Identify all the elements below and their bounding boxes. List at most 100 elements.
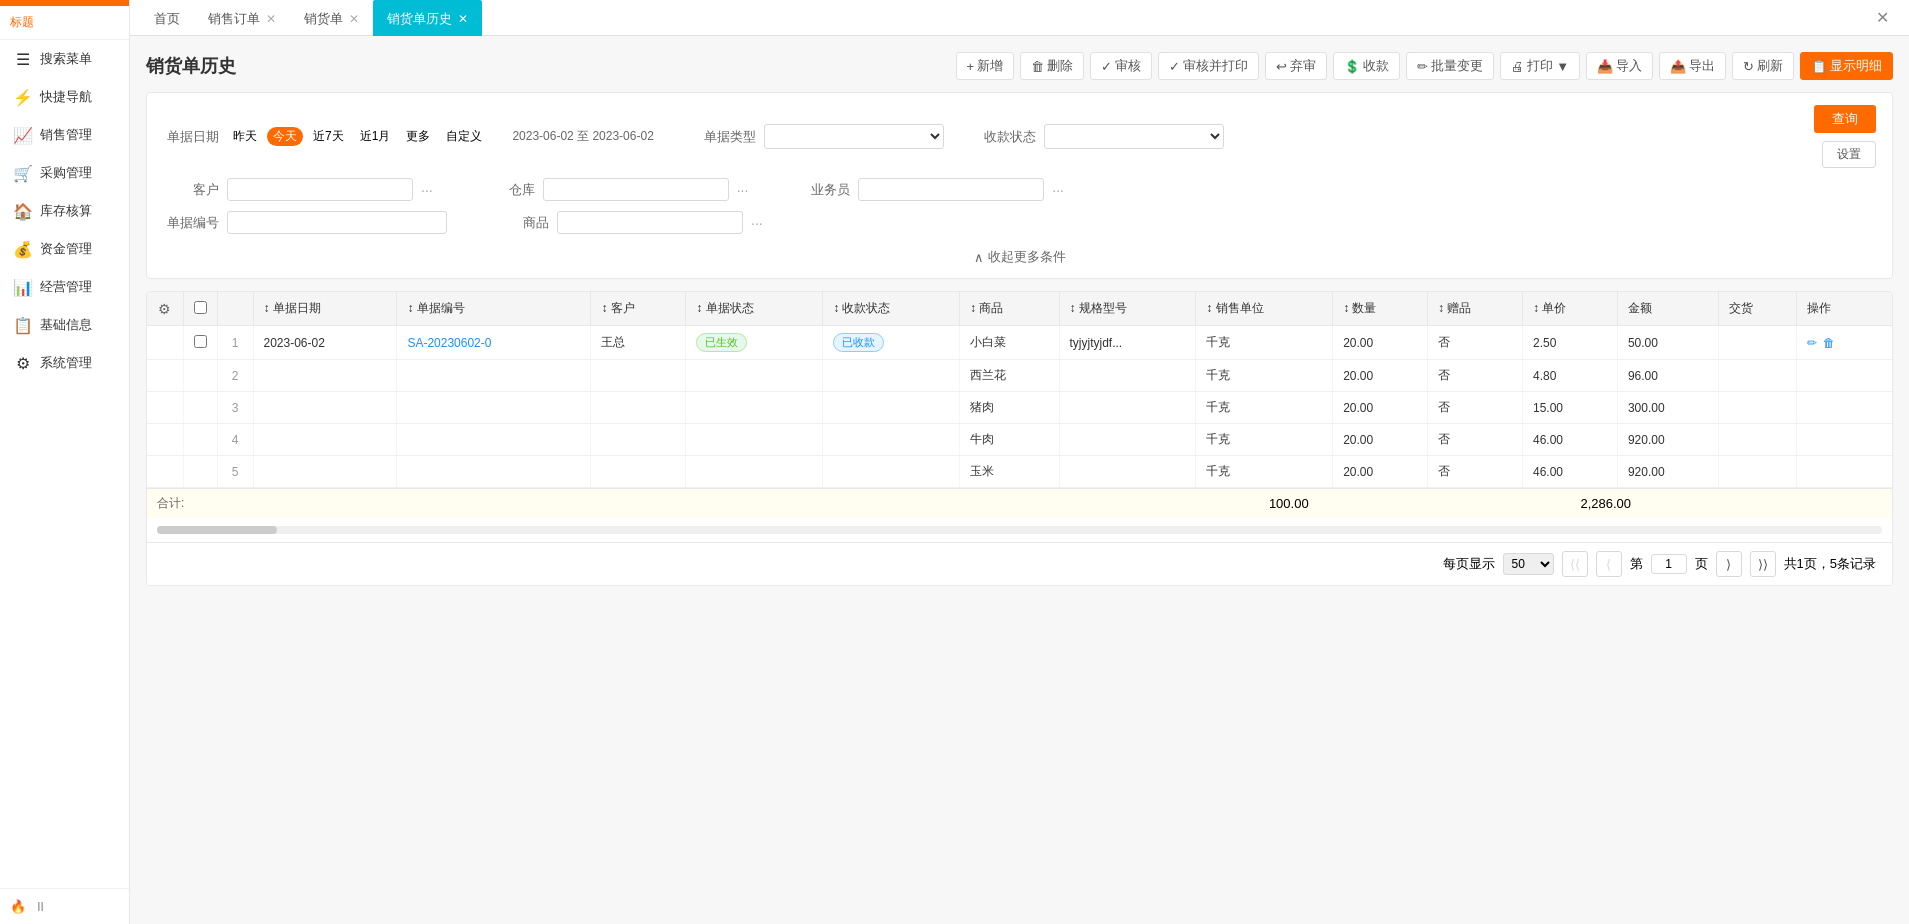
td-doc-status xyxy=(686,392,823,424)
tab-home[interactable]: 首页 xyxy=(140,0,194,36)
salesperson-more-icon[interactable]: ··· xyxy=(1052,182,1064,198)
td-price: 4.80 xyxy=(1522,360,1617,392)
toolbar-btn-audit-print[interactable]: ✓审核并打印 xyxy=(1158,52,1259,80)
td-check xyxy=(183,392,217,424)
select-all-checkbox[interactable] xyxy=(194,301,207,314)
th-spec: ↕ 规格型号 xyxy=(1059,292,1196,326)
sidebar-item-quick-nav[interactable]: ⚡快捷导航 xyxy=(0,78,129,116)
sidebar-item-operations[interactable]: 📊经营管理 xyxy=(0,268,129,306)
th-doc-date: ↕ 单据日期 xyxy=(253,292,397,326)
filter-customer: 客户 ··· xyxy=(163,178,433,201)
td-settings xyxy=(147,360,183,392)
toolbar-btn-batch-change[interactable]: ✏批量变更 xyxy=(1406,52,1494,80)
th-gift: ↕ 赠品 xyxy=(1428,292,1523,326)
action-删除-link[interactable]: 🗑 xyxy=(1823,336,1835,350)
prev-page-btn[interactable]: ⟨ xyxy=(1596,551,1622,577)
date-btn-7days[interactable]: 近7天 xyxy=(307,127,350,146)
td-product: 玉米 xyxy=(959,456,1059,488)
sidebar-item-inventory[interactable]: 🏠库存核算 xyxy=(0,192,129,230)
collect-status-badge: 已收款 xyxy=(833,333,884,352)
doc-num-link[interactable]: SA-20230602-0 xyxy=(407,336,491,350)
collapse-button[interactable]: ∧ 收起更多条件 xyxy=(974,248,1066,266)
toolbar-btn-audit[interactable]: ✓审核 xyxy=(1090,52,1152,80)
query-button[interactable]: 查询 xyxy=(1814,105,1876,133)
tab-sales-history[interactable]: 销货单历史✕ xyxy=(373,0,482,36)
total-records-label: 共1页，5条记录 xyxy=(1784,555,1876,573)
tab-close-sales-history[interactable]: ✕ xyxy=(458,12,468,26)
sidebar-item-basic-info[interactable]: 📋基础信息 xyxy=(0,306,129,344)
sidebar-logo: 标题 xyxy=(0,6,129,40)
toolbar-btn-delete[interactable]: 🗑删除 xyxy=(1020,52,1084,80)
filter-doc-num: 单据编号 xyxy=(163,211,447,234)
operations-icon: 📊 xyxy=(14,278,32,296)
warehouse-more-icon[interactable]: ··· xyxy=(737,182,749,198)
sidebar-item-finance[interactable]: 💰资金管理 xyxy=(0,230,129,268)
settings-icon[interactable]: ⚙ xyxy=(158,301,171,317)
sidebar-item-purchase-mgmt[interactable]: 🛒采购管理 xyxy=(0,154,129,192)
tab-close-sales-delivery[interactable]: ✕ xyxy=(349,12,359,26)
filter-salesperson: 业务员 ··· xyxy=(794,178,1064,201)
sidebar-label-basic-info: 基础信息 xyxy=(40,316,92,334)
toolbar-btn-collect[interactable]: 💲收款 xyxy=(1333,52,1400,80)
toolbar-btn-refresh[interactable]: ↻刷新 xyxy=(1732,52,1794,80)
page-size-select[interactable]: 50 100 200 xyxy=(1503,553,1554,575)
th-collect-status: ↕ 收款状态 xyxy=(823,292,960,326)
action-编辑-link[interactable]: ✏ xyxy=(1807,336,1817,350)
row-checkbox[interactable] xyxy=(194,335,207,348)
toolbar-btn-discard[interactable]: ↩弃审 xyxy=(1265,52,1327,80)
date-btn-more[interactable]: 更多 xyxy=(400,127,436,146)
date-btn-1month[interactable]: 近1月 xyxy=(354,127,397,146)
tab-sales-order[interactable]: 销售订单✕ xyxy=(194,0,290,36)
filter-row-2: 客户 ··· 仓库 ··· 业务员 ··· xyxy=(163,178,1876,201)
doc-type-select[interactable] xyxy=(764,124,944,149)
pagination: 每页显示 50 100 200 ⟨⟨ ⟨ 第 页 ⟩ ⟩⟩ 共1页，5条记录 xyxy=(147,542,1892,585)
tab-label-home: 首页 xyxy=(154,10,180,28)
horizontal-scrollbar[interactable] xyxy=(157,526,1882,534)
tab-close-sales-order[interactable]: ✕ xyxy=(266,12,276,26)
td-qty: 20.00 xyxy=(1333,456,1428,488)
toolbar-btn-show-details[interactable]: 📋显示明细 xyxy=(1800,52,1893,80)
date-btn-custom[interactable]: 自定义 xyxy=(440,127,488,146)
product-input[interactable] xyxy=(557,211,743,234)
td-unit: 千克 xyxy=(1196,424,1333,456)
warehouse-input[interactable] xyxy=(543,178,729,201)
date-btn-yesterday[interactable]: 昨天 xyxy=(227,127,263,146)
toolbar-btn-import[interactable]: 📥导入 xyxy=(1586,52,1653,80)
table-row: 5 玉米 千克 20.00 否 46.00 920.00 xyxy=(147,456,1892,488)
sidebar-item-search[interactable]: ☰搜索菜单 xyxy=(0,40,129,78)
th-row-num xyxy=(217,292,253,326)
refresh-label: 刷新 xyxy=(1757,57,1783,75)
close-window-icon[interactable]: ✕ xyxy=(1866,8,1899,27)
first-page-btn[interactable]: ⟨⟨ xyxy=(1562,551,1588,577)
tab-sales-delivery[interactable]: 销货单✕ xyxy=(290,0,373,36)
last-page-btn[interactable]: ⟩⟩ xyxy=(1750,551,1776,577)
fire-icon[interactable]: 🔥 xyxy=(10,899,26,914)
td-product: 西兰花 xyxy=(959,360,1059,392)
td-row-num: 1 xyxy=(217,326,253,360)
filter-actions: 查询 设置 xyxy=(1804,105,1876,168)
setting-button[interactable]: 设置 xyxy=(1822,141,1876,168)
td-actions xyxy=(1797,392,1892,424)
date-btn-today[interactable]: 今天 xyxy=(267,127,303,146)
td-qty: 20.00 xyxy=(1333,392,1428,424)
next-page-btn[interactable]: ⟩ xyxy=(1716,551,1742,577)
salesperson-input[interactable] xyxy=(858,178,1044,201)
collect-status-select[interactable] xyxy=(1044,124,1224,149)
toolbar-btn-print[interactable]: 🖨打印▼ xyxy=(1500,52,1580,80)
doc-num-input[interactable] xyxy=(227,211,447,234)
customer-input[interactable] xyxy=(227,178,413,201)
td-doc-num xyxy=(397,424,591,456)
pause-icon[interactable]: ⏸ xyxy=(34,899,47,914)
page-number-input[interactable] xyxy=(1651,554,1687,574)
sidebar-item-sales-mgmt[interactable]: 📈销售管理 xyxy=(0,116,129,154)
scrollbar-thumb[interactable] xyxy=(157,526,277,534)
product-more-icon[interactable]: ··· xyxy=(751,215,763,231)
toolbar-btn-export[interactable]: 📤导出 xyxy=(1659,52,1726,80)
quick-nav-icon: ⚡ xyxy=(14,88,32,106)
toolbar-btn-add[interactable]: +新增 xyxy=(956,52,1015,80)
audit-icon: ✓ xyxy=(1101,59,1112,74)
sidebar-item-system-mgmt[interactable]: ⚙系统管理 xyxy=(0,344,129,382)
th-price: ↕ 单价 xyxy=(1522,292,1617,326)
customer-more-icon[interactable]: ··· xyxy=(421,182,433,198)
export-label: 导出 xyxy=(1689,57,1715,75)
